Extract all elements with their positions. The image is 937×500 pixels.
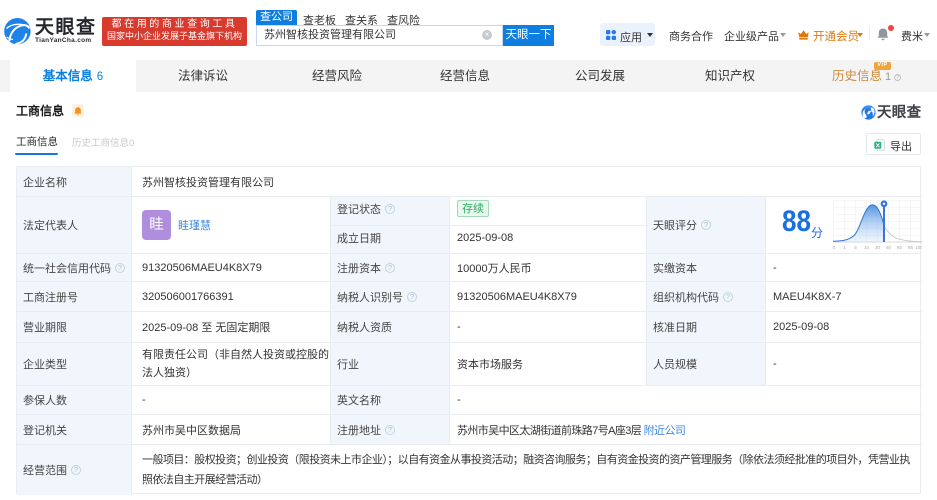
svg-text:60: 60	[886, 245, 892, 250]
svg-text:5: 5	[854, 245, 857, 250]
svg-text:100: 100	[915, 245, 922, 250]
svg-text:0: 0	[833, 245, 836, 250]
svg-text:10: 10	[864, 245, 870, 250]
svg-text:80: 80	[897, 245, 903, 250]
svg-text:1: 1	[843, 245, 846, 250]
svg-text:95: 95	[908, 245, 914, 250]
svg-text:30: 30	[875, 245, 881, 250]
